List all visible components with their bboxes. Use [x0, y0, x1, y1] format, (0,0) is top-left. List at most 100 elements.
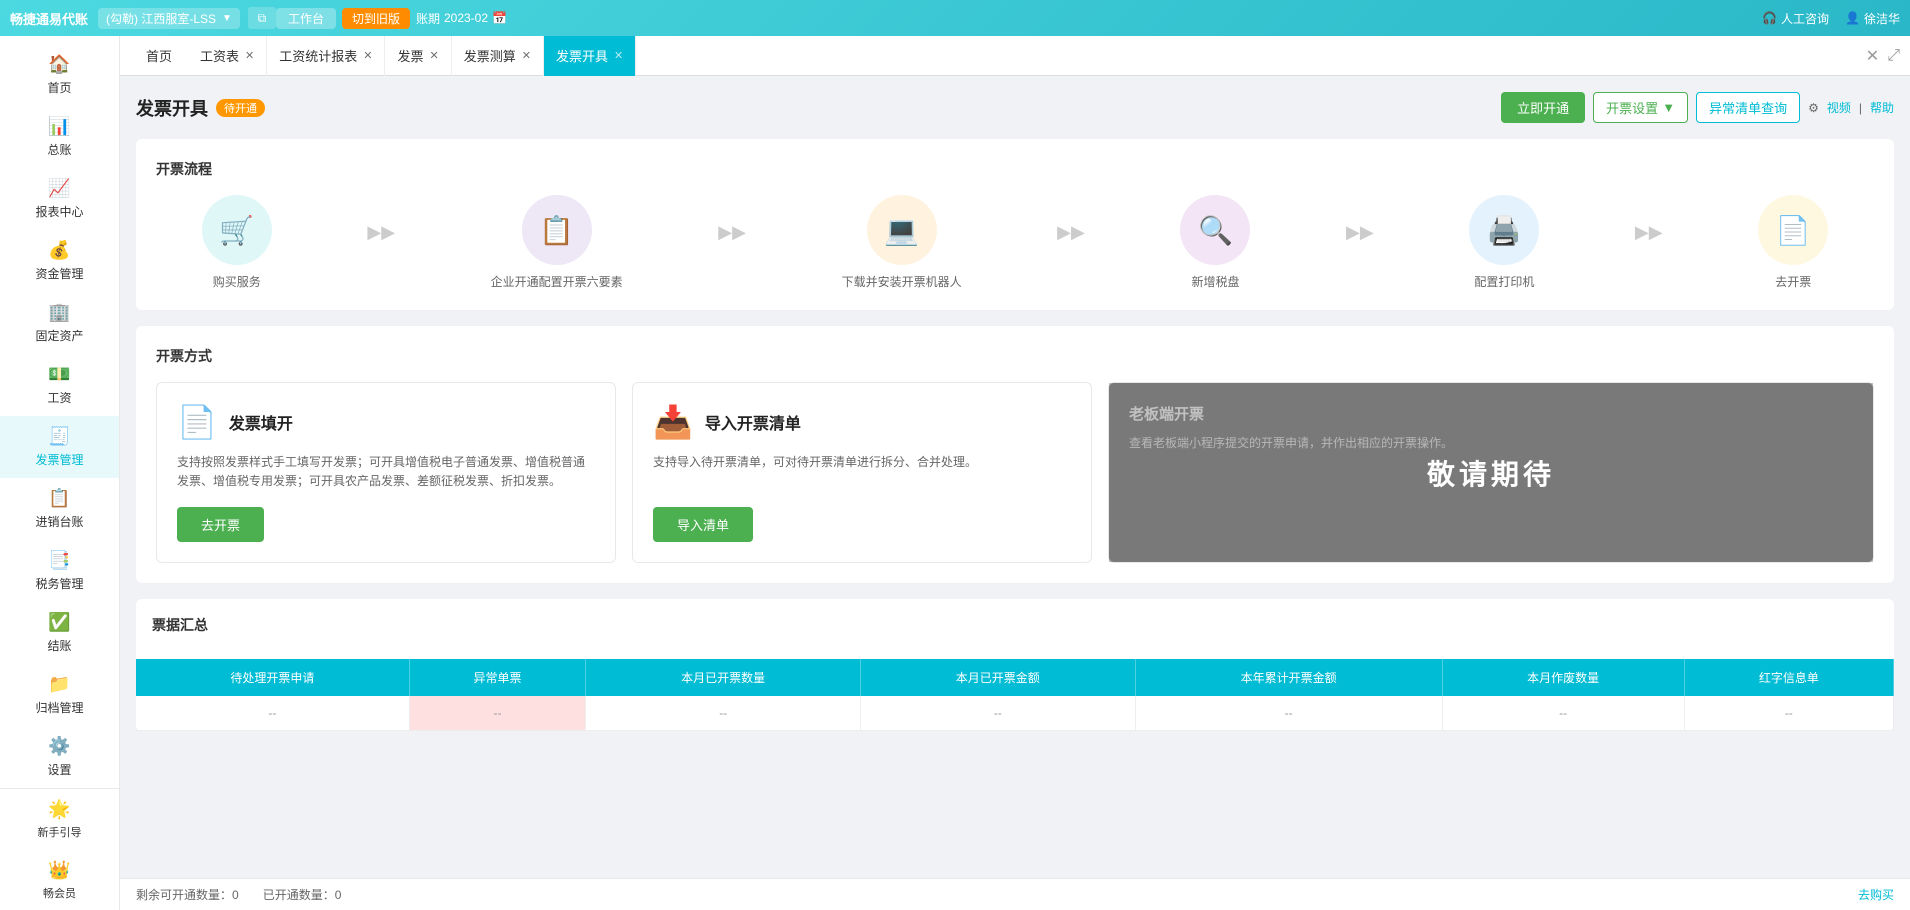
summary-title: 票据汇总 — [152, 615, 1878, 635]
method-card-import-header: 📥 导入开票清单 — [653, 403, 1071, 441]
flow-icon-0: 🛒 — [202, 195, 272, 265]
switch-version-btn[interactable]: 切到旧版 — [342, 8, 410, 29]
sidebar-label-assets: 固定资产 — [35, 327, 83, 344]
tab-invoice[interactable]: 发票 ✕ — [385, 36, 451, 76]
sidebar-item-tax[interactable]: 📑 税务管理 — [0, 540, 119, 602]
sidebar-item-payroll[interactable]: 💵 工资 — [0, 354, 119, 416]
page-header-right: 立即开通 开票设置 ▼ 异常清单查询 ⚙ 视频 | 帮助 — [1501, 92, 1894, 123]
help-link[interactable]: 帮助 — [1870, 99, 1894, 116]
ledger-icon: 📊 — [48, 116, 70, 137]
flow-label-2: 下载并安装开票机器人 — [842, 273, 962, 290]
summary-cell-0: -- — [136, 696, 409, 731]
sidebar-label-ledger: 总账 — [47, 141, 71, 158]
method-card-manual-header: 📄 发票填开 — [177, 403, 595, 441]
calendar-icon[interactable]: 📅 — [492, 11, 507, 25]
import-list-btn[interactable]: 导入清单 — [653, 507, 753, 542]
tab-invoice-calc-label: 发票测算 — [464, 46, 516, 65]
bottom-bar: 剩余可开通数量：0 已开通数量：0 去购买 — [120, 878, 1910, 910]
tab-payroll-report-close[interactable]: ✕ — [363, 49, 372, 62]
old-terminal-card: 老板端开票 查看老板端小程序提交的开票申请，并作出相应的开票操作。 敬请期待 — [1108, 382, 1874, 563]
method-card-manual-desc: 支持按照发票样式手工填写开发票；可开具增值税电子普通发票、增值税普通发票、增值税… — [177, 453, 595, 491]
exception-query-btn[interactable]: 异常清单查询 — [1696, 92, 1800, 123]
tab-expand-icon[interactable]: ⤢ — [1887, 47, 1900, 65]
flow-label-4: 配置打印机 — [1474, 273, 1534, 290]
open-settings-btn[interactable]: 开票设置 ▼ — [1593, 92, 1688, 123]
help-area: ⚙ 视频 | 帮助 — [1808, 99, 1894, 116]
top-bar-icons: ⧉ — [248, 7, 276, 29]
summary-header-3: 本月已开票金额 — [860, 659, 1135, 696]
home-icon: 🏠 — [48, 54, 70, 75]
go-invoice-btn[interactable]: 去开票 — [177, 507, 264, 542]
summary-header-2: 本月已开票数量 — [586, 659, 861, 696]
sidebar-item-assets[interactable]: 🏢 固定资产 — [0, 292, 119, 354]
tab-bar-right: ✕ ⤢ — [1866, 46, 1900, 66]
sidebar-label-member: 畅会员 — [43, 885, 76, 901]
summary-table: 待处理开票申请 异常单票 本月已开票数量 本月已开票金额 本年累计开票金额 本月… — [136, 659, 1894, 731]
page-title: 发票开具 — [136, 95, 208, 121]
guide-icon: 🌟 — [48, 799, 70, 820]
summary-cell-6: -- — [1684, 696, 1893, 731]
tab-invoice-close[interactable]: ✕ — [430, 49, 439, 62]
flow-step-5: 📄 去开票 — [1758, 195, 1828, 290]
tab-invoice-calc[interactable]: 发票测算 ✕ — [452, 36, 544, 76]
user-area[interactable]: 👤 徐洁华 — [1845, 10, 1900, 27]
tab-invoice-issue-close[interactable]: ✕ — [614, 49, 623, 62]
sidebar-label-reports: 报表中心 — [35, 203, 83, 220]
flow-icon-2: 💻 — [867, 195, 937, 265]
logo: 畅捷通易代账 — [10, 9, 88, 28]
company-selector[interactable]: (勾勒) 江西服室-LSS ▼ — [98, 8, 240, 29]
main-layout: 🏠 首页 📊 总账 📈 报表中心 💰 资金管理 🏢 固定资产 💵 工资 🧾 发票… — [0, 36, 1910, 910]
assets-icon: 🏢 — [48, 302, 70, 323]
user-name: 徐洁华 — [1864, 10, 1900, 27]
flow-step-0: 🛒 购买服务 — [202, 195, 272, 290]
tab-collapse-icon[interactable]: ✕ — [1866, 46, 1879, 66]
flow-icon-5: 📄 — [1758, 195, 1828, 265]
sidebar-item-settings[interactable]: ⚙️ 设置 — [0, 726, 119, 788]
flow-icon-1: 📋 — [522, 195, 592, 265]
service-btn[interactable]: 🎧 人工咨询 — [1762, 10, 1829, 27]
flow-arrow-0: ▶▶ — [367, 222, 395, 263]
archive-icon: 📁 — [48, 674, 70, 695]
sidebar-item-guide[interactable]: 🌟 新手引导 — [0, 789, 119, 850]
sidebar-item-purchase-sales[interactable]: 📋 进销台账 — [0, 478, 119, 540]
tab-invoice-calc-close[interactable]: ✕ — [522, 49, 531, 62]
summary-header-5: 本月作废数量 — [1442, 659, 1684, 696]
flow-label-3: 新增税盘 — [1191, 273, 1239, 290]
tab-payroll-close[interactable]: ✕ — [245, 49, 254, 62]
open-settings-label: 开票设置 — [1606, 98, 1658, 117]
funds-icon: 💰 — [48, 240, 70, 261]
sidebar-item-ledger[interactable]: 📊 总账 — [0, 106, 119, 168]
sidebar-item-funds[interactable]: 💰 资金管理 — [0, 230, 119, 292]
workbench-btn[interactable]: 工作台 — [276, 8, 336, 29]
sidebar-item-reports[interactable]: 📈 报表中心 — [0, 168, 119, 230]
flow-arrow-4: ▶▶ — [1635, 222, 1663, 263]
tab-invoice-issue[interactable]: 发票开具 ✕ — [544, 36, 636, 76]
tab-payroll[interactable]: 工资表 ✕ — [188, 36, 267, 76]
immediate-open-btn[interactable]: 立即开通 — [1501, 92, 1585, 123]
payroll-icon: 💵 — [48, 364, 70, 385]
sidebar-item-archive[interactable]: 📁 归档管理 — [0, 664, 119, 726]
summary-row: -- -- -- -- -- -- -- — [136, 696, 1894, 731]
sidebar-item-member[interactable]: 👑 畅会员 — [0, 850, 119, 910]
copy-icon-btn[interactable]: ⧉ — [248, 7, 276, 29]
invoice-icon: 🧾 — [48, 426, 70, 447]
period-value: 2023-02 — [444, 11, 488, 25]
sidebar-label-settings: 设置 — [47, 761, 71, 778]
sidebar-item-home[interactable]: 🏠 首页 — [0, 44, 119, 106]
sidebar-item-settlement[interactable]: ✅ 结账 — [0, 602, 119, 664]
video-help-link[interactable]: 视频 — [1827, 99, 1851, 116]
tab-payroll-report[interactable]: 工资统计报表 ✕ — [267, 36, 385, 76]
status-badge: 待开通 — [216, 99, 265, 117]
tab-home[interactable]: 首页 — [130, 36, 188, 76]
method-cards: 📄 发票填开 支持按照发票样式手工填写开发票；可开具增值税电子普通发票、增值税普… — [156, 382, 1874, 563]
top-bar-right: 🎧 人工咨询 👤 徐洁华 — [1762, 10, 1900, 27]
sidebar-bottom: 🌟 新手引导 👑 畅会员 📌 取消固定 — [0, 788, 119, 910]
sidebar-label-tax: 税务管理 — [35, 575, 83, 592]
method-card-import-title: 导入开票清单 — [705, 410, 801, 434]
tax-icon: 📑 — [48, 550, 70, 571]
sidebar-item-invoice[interactable]: 🧾 发票管理 — [0, 416, 119, 478]
method-card-import: 📥 导入开票清单 支持导入待开票清单，可对待开票清单进行拆分、合并处理。 导入清… — [632, 382, 1092, 563]
summary-header-4: 本年累计开票金额 — [1135, 659, 1442, 696]
flow-arrow-3: ▶▶ — [1346, 222, 1374, 263]
go-buy-link[interactable]: 去购买 — [1858, 886, 1894, 903]
